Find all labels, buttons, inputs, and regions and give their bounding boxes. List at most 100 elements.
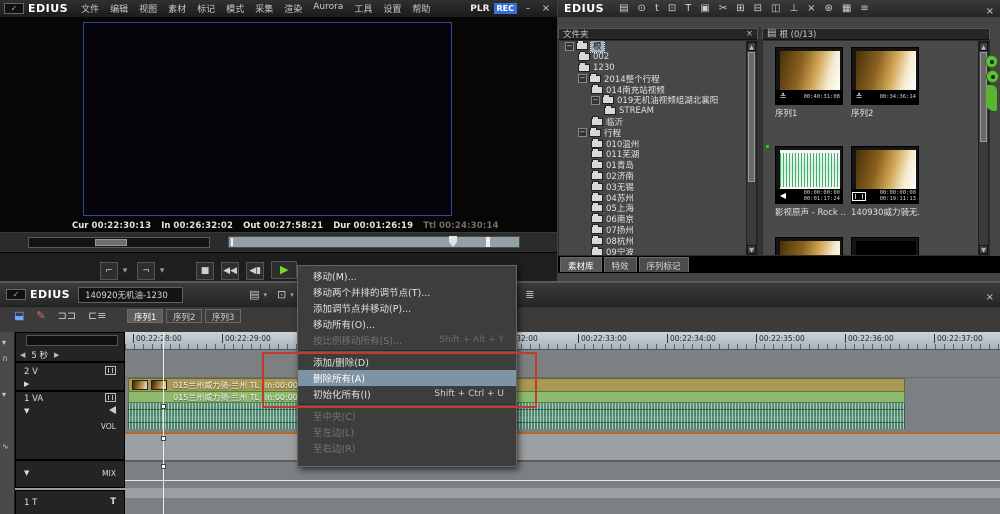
tree-expander-icon[interactable]: − xyxy=(591,96,600,105)
cut-icon[interactable]: ✂ xyxy=(719,4,727,14)
tree-expander-icon[interactable]: − xyxy=(565,42,574,51)
video-mute-icon[interactable]: ▾ xyxy=(2,390,6,399)
thumbnail-view-icon[interactable]: ▦ xyxy=(842,4,851,14)
waveform-row-2[interactable] xyxy=(125,416,1000,429)
track-patch-icon[interactable]: ⊏≡ xyxy=(88,311,106,321)
plr-mode-label[interactable]: PLR xyxy=(470,4,489,14)
step-back-button[interactable]: ◀▮ xyxy=(246,262,264,280)
timeline-tracks[interactable]: 00:22:28:0000:22:29:0000:22:30:0000:22:3… xyxy=(125,332,1000,514)
open-project-icon[interactable]: ⊡ xyxy=(277,290,286,300)
position-pin-icon[interactable] xyxy=(449,236,457,247)
set-in-point-button[interactable]: ⌐ xyxy=(100,262,118,280)
clip-item[interactable]: ≛ 00:34:36:14 序列2 xyxy=(851,47,921,119)
tree-node[interactable]: 09宁波 xyxy=(559,246,757,256)
marker-icon[interactable]: ▾ xyxy=(2,338,6,347)
waveform-toggle-icon[interactable]: ∿ xyxy=(2,442,9,451)
new-sequence-icon[interactable]: ▤ xyxy=(249,290,259,300)
tree-node[interactable]: 06南京 xyxy=(559,214,757,225)
menu-item[interactable]: 渲染 xyxy=(279,0,307,17)
tree-node[interactable]: 014南充站视频 xyxy=(559,84,757,95)
bin-tab-item[interactable]: 特效 xyxy=(604,257,637,272)
mixer-row[interactable] xyxy=(125,432,1000,460)
clip-item[interactable] xyxy=(775,237,845,256)
tree-node[interactable]: −根 xyxy=(559,41,757,52)
rec-mode-badge[interactable]: REC xyxy=(494,3,518,14)
clip-item[interactable]: ◀ 00:00:00:0000:01:17:24 影视原声 - Rock ... xyxy=(775,146,845,218)
timeline-ruler[interactable]: 00:22:28:0000:22:29:0000:22:30:0000:22:3… xyxy=(125,332,1000,350)
send-to-timeline-icon[interactable]: ◫ xyxy=(771,4,780,14)
clip-item[interactable]: ≛ 00:40:31:08 序列1 xyxy=(775,47,845,119)
sequence-tab[interactable]: 序列3 xyxy=(205,309,241,323)
collapse-icon[interactable]: ▼ xyxy=(24,469,29,477)
track-1a-row[interactable] xyxy=(125,498,1000,514)
tree-node[interactable]: 07扬州 xyxy=(559,225,757,236)
scale-value[interactable]: 5 秒 xyxy=(31,349,48,361)
menu-item[interactable]: 标记 xyxy=(192,0,220,17)
tree-node[interactable]: −019无机油视频组湖北襄阳 xyxy=(559,95,757,106)
tree-node[interactable]: −行程 xyxy=(559,127,757,138)
out-point-dropdown-icon[interactable]: ▾ xyxy=(157,262,167,280)
menu-item[interactable]: 工具 xyxy=(349,0,377,17)
copy-icon[interactable]: ⊞ xyxy=(736,4,744,14)
track-2v-row[interactable] xyxy=(125,350,1000,378)
track-header-2v[interactable]: 2 V ▶ xyxy=(15,362,125,391)
context-menu-item[interactable]: 初始化所有(I)Shift + Ctrl + U xyxy=(298,386,516,402)
clip-item[interactable]: 00:00:00:0000:19:11:13 140930威力骑无... xyxy=(851,146,921,218)
audio-monitor-icon[interactable]: ∩ xyxy=(2,354,8,363)
sequence-tab[interactable]: 序列1 xyxy=(127,309,163,323)
track-1va-video-row[interactable]: 015兰州威力骑-兰州 TL [In:00:00:30:10 Out:00:00… xyxy=(125,378,1000,391)
menu-item[interactable]: 采集 xyxy=(250,0,278,17)
tree-node[interactable]: 02济南 xyxy=(559,171,757,182)
in-point-dropdown-icon[interactable]: ▾ xyxy=(120,262,130,280)
export-icon[interactable]: ⊡ xyxy=(668,4,676,14)
bin-close-button[interactable]: × xyxy=(986,6,994,17)
close-button[interactable]: × xyxy=(539,3,553,14)
track-header-1va[interactable]: 1 VA ▼ VOL xyxy=(15,391,125,460)
new-dropdown-icon[interactable]: ▾ xyxy=(264,291,268,299)
open-dropdown-icon[interactable]: ▾ xyxy=(290,291,294,299)
timeline-cursor[interactable] xyxy=(163,332,164,514)
tree-node[interactable]: 03无锡 xyxy=(559,181,757,192)
tree-node[interactable]: 010温州 xyxy=(559,138,757,149)
position-bar[interactable] xyxy=(228,236,520,248)
stop-button[interactable]: ■ xyxy=(196,262,214,280)
menu-item[interactable]: 素材 xyxy=(163,0,191,17)
track-header-mix[interactable]: ▼ MIX xyxy=(15,460,125,488)
menu-item[interactable]: 文件 xyxy=(76,0,104,17)
menu-item[interactable]: 视图 xyxy=(134,0,162,17)
collapse-icon[interactable]: ▼ xyxy=(24,407,29,415)
menu-item[interactable]: 设置 xyxy=(378,0,406,17)
context-menu-item[interactable]: 添加调节点并移动(P)... xyxy=(298,300,516,316)
tree-node[interactable]: −2014整个行程 xyxy=(559,73,757,84)
tree-scroll-thumb[interactable] xyxy=(748,52,755,182)
expand-icon[interactable]: ▶ xyxy=(24,380,29,388)
play-button[interactable]: ▶ xyxy=(271,261,297,279)
track-header-1t[interactable]: 1 T T xyxy=(15,490,125,514)
tree-node[interactable]: 01青岛 xyxy=(559,160,757,171)
context-menu-item[interactable]: 移动(M)... xyxy=(298,268,516,284)
track-1va-audio-row[interactable]: 015兰州威力骑-兰州 TL [In:00:00:30:10 Out:00:00… xyxy=(125,391,1000,403)
clip-item[interactable] xyxy=(851,237,921,256)
menu-item[interactable]: Aurora xyxy=(308,0,348,17)
tree-node[interactable]: 05上海 xyxy=(559,203,757,214)
contents-scroll-down-icon[interactable]: ▼ xyxy=(979,245,988,254)
tree-scroll-down-icon[interactable]: ▼ xyxy=(747,245,756,254)
context-menu-item[interactable]: 删除所有(A) xyxy=(298,370,516,386)
sequence-name-box[interactable]: 140920无机油-1230 xyxy=(78,287,183,303)
tree-node[interactable]: STREAM xyxy=(559,106,757,117)
capture-icon[interactable]: t xyxy=(655,4,659,14)
scale-right-icon[interactable]: ▶ xyxy=(54,351,59,359)
minimize-button[interactable]: – xyxy=(521,3,535,14)
options-list-icon[interactable]: ≣ xyxy=(525,290,534,300)
menu-item[interactable]: 编辑 xyxy=(105,0,133,17)
timeline-close-button[interactable]: × xyxy=(986,292,994,303)
tree-node[interactable]: 08杭州 xyxy=(559,235,757,246)
bin-tab-active[interactable]: 素材库 xyxy=(560,257,602,272)
waveform-row-1[interactable] xyxy=(125,403,1000,416)
context-menu-item[interactable]: 移动所有(O)... xyxy=(298,316,516,332)
insert-mode-icon[interactable]: ⬓ xyxy=(14,311,24,321)
contents-scroll-up-icon[interactable]: ▲ xyxy=(979,42,988,51)
tree-node[interactable]: 011芜湖 xyxy=(559,149,757,160)
menu-item[interactable]: 帮助 xyxy=(407,0,435,17)
tree-expander-icon[interactable]: − xyxy=(578,128,587,137)
